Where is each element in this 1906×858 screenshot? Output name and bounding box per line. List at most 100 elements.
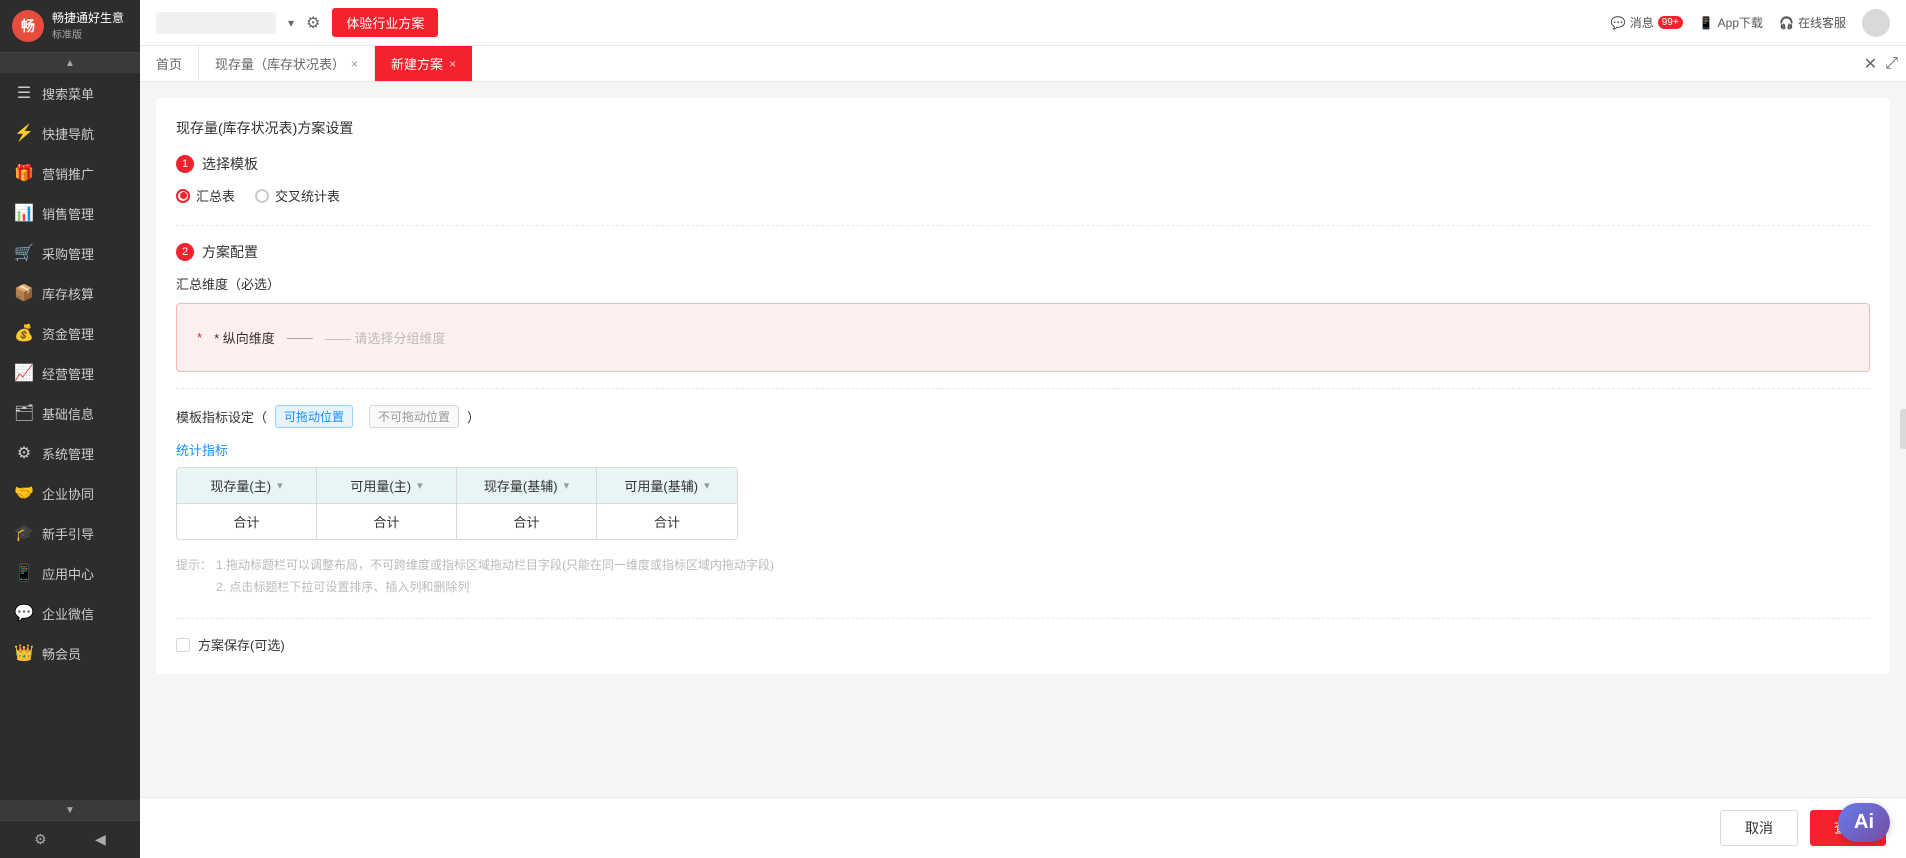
stats-title: 统计指标 bbox=[176, 440, 1870, 459]
section1-num: 1 bbox=[176, 155, 194, 173]
radio-cross[interactable]: 交叉统计表 bbox=[255, 186, 340, 205]
draggable-badge: 可拖动位置 bbox=[275, 405, 353, 428]
col-available-aux-label: 可用量(基辅) bbox=[624, 476, 698, 495]
section2-num: 2 bbox=[176, 243, 194, 261]
main-area: ▾ ⚙ 体验行业方案 💬 消息 99+ 📱 App下载 🎧 在线客服 首页 bbox=[140, 0, 1906, 858]
col-current-aux[interactable]: 现存量(基辅) ▾ bbox=[457, 468, 597, 503]
sidebar-footer: ⚙ ◀ bbox=[0, 820, 140, 858]
guide-icon: 🎓 bbox=[14, 523, 34, 543]
col-available-aux[interactable]: 可用量(基辅) ▾ bbox=[597, 468, 737, 503]
tab-new-scheme[interactable]: 新建方案 × bbox=[375, 46, 472, 81]
sidebar-item-finance[interactable]: 💰 资金管理 bbox=[0, 313, 140, 353]
basic-info-icon: 🗂 bbox=[14, 403, 34, 423]
service-icon: 🎧 bbox=[1779, 16, 1794, 30]
cell-col3: 合计 bbox=[597, 503, 737, 539]
tab-new-close-icon[interactable]: × bbox=[449, 57, 456, 71]
topbar-search-input[interactable] bbox=[156, 12, 276, 34]
tabs-expand-btn[interactable]: ⤢ bbox=[1885, 55, 1898, 73]
tab-home[interactable]: 首页 bbox=[140, 46, 199, 81]
sidebar-item-purchase[interactable]: 🛒 采购管理 bbox=[0, 233, 140, 273]
sidebar-item-basic-info[interactable]: 🗂 基础信息 bbox=[0, 393, 140, 433]
sidebar: 畅 畅捷通好生意 标准版 ▲ ☰ 搜索菜单 ⚡ 快捷导航 🎁 营销推广 📊 销售… bbox=[0, 0, 140, 858]
marketing-icon: 🎁 bbox=[14, 163, 34, 183]
indicator-prefix: 模板指标设定（ bbox=[176, 407, 267, 426]
right-edge-handle[interactable] bbox=[1900, 409, 1906, 449]
radio-summary-label: 汇总表 bbox=[196, 186, 235, 205]
messages-btn[interactable]: 💬 消息 99+ bbox=[1611, 14, 1683, 31]
online-service-btn[interactable]: 🎧 在线客服 bbox=[1779, 14, 1846, 31]
radio-summary[interactable]: 汇总表 bbox=[176, 186, 235, 205]
col-current-main[interactable]: 现存量(主) ▾ bbox=[177, 468, 317, 503]
sidebar-item-member[interactable]: 👑 畅会员 bbox=[0, 633, 140, 673]
wechat-icon: 💬 bbox=[14, 603, 34, 623]
tab-inventory-close[interactable]: × bbox=[351, 57, 358, 71]
col-current-aux-label: 现存量(基辅) bbox=[484, 476, 558, 495]
sidebar-item-marketing[interactable]: 🎁 营销推广 bbox=[0, 153, 140, 193]
stats-table-body: 合计 合计 合计 合计 bbox=[177, 503, 737, 539]
sidebar-item-label: 采购管理 bbox=[42, 244, 94, 263]
cancel-button[interactable]: 取消 bbox=[1720, 810, 1798, 846]
app-download-btn[interactable]: 📱 App下载 bbox=[1699, 14, 1763, 31]
user-avatar[interactable] bbox=[1862, 9, 1890, 37]
sidebar-item-enterprise[interactable]: 🤝 企业协同 bbox=[0, 473, 140, 513]
sidebar-item-wechat[interactable]: 💬 企业微信 bbox=[0, 593, 140, 633]
vertical-dimension-label: * 纵向维度 bbox=[214, 328, 275, 347]
section-config: 2 方案配置 汇总维度（必选） * * 纵向维度 —— —— 请选择分组维度 bbox=[176, 242, 1870, 598]
section2-label: 方案配置 bbox=[202, 242, 258, 262]
sales-icon: 📊 bbox=[14, 203, 34, 223]
collapse-footer-btn[interactable]: ◀ bbox=[95, 831, 106, 848]
sidebar-item-quick-nav[interactable]: ⚡ 快捷导航 bbox=[0, 113, 140, 153]
template-options: 汇总表 交叉统计表 bbox=[176, 186, 1870, 205]
ai-badge[interactable]: Ai bbox=[1838, 803, 1890, 842]
indicator-settings: 模板指标设定（ 可拖动位置 不可拖动位置 ） bbox=[176, 405, 1870, 428]
settings-footer-btn[interactable]: ⚙ bbox=[34, 831, 47, 848]
topbar-dropdown-btn[interactable]: ▾ bbox=[288, 16, 294, 30]
sidebar-item-label: 搜索菜单 bbox=[42, 84, 94, 103]
tips-item-0: 1.拖动标题栏可以调整布局，不可跨维度或指标区域拖动栏目字段(只能在同一维度或指… bbox=[216, 555, 774, 577]
sidebar-item-management[interactable]: 📈 经营管理 bbox=[0, 353, 140, 393]
col-available-main[interactable]: 可用量(主) ▾ bbox=[317, 468, 457, 503]
online-service-label: 在线客服 bbox=[1798, 14, 1846, 31]
stats-table: 现存量(主) ▾ 可用量(主) ▾ 现存量(基辅) ▾ bbox=[176, 467, 738, 540]
tips-row-0: 提示： 1.拖动标题栏可以调整布局，不可跨维度或指标区域拖动栏目字段(只能在同一… bbox=[176, 555, 1870, 577]
sidebar-item-label: 畅会员 bbox=[42, 644, 81, 663]
tab-inventory[interactable]: 现存量（库存状况表） × bbox=[199, 46, 375, 81]
settings-panel: 现存量(库存状况表)方案设置 1 选择模板 汇总表 交叉统计表 bbox=[156, 98, 1890, 674]
dash-separator: —— bbox=[287, 330, 313, 345]
sidebar-item-label: 基础信息 bbox=[42, 404, 94, 423]
sidebar-scroll-down[interactable]: ▼ bbox=[0, 800, 140, 820]
enterprise-icon: 🤝 bbox=[14, 483, 34, 503]
topbar-gear-icon[interactable]: ⚙ bbox=[306, 13, 320, 33]
col-current-main-label: 现存量(主) bbox=[210, 476, 271, 495]
save-checkbox[interactable] bbox=[176, 638, 190, 652]
topbar: ▾ ⚙ 体验行业方案 💬 消息 99+ 📱 App下载 🎧 在线客服 bbox=[140, 0, 1906, 46]
sidebar-scroll-up[interactable]: ▲ bbox=[0, 53, 140, 73]
col-current-aux-arrow: ▾ bbox=[564, 479, 570, 492]
logo-icon: 畅 bbox=[12, 10, 44, 42]
summary-dimension-title: 汇总维度（必选） bbox=[176, 274, 1870, 293]
tips-item-1: 2. 点击标题栏下拉可设置排序、插入列和删除列 bbox=[216, 577, 469, 599]
sidebar-item-label: 企业协同 bbox=[42, 484, 94, 503]
sidebar-item-system[interactable]: ⚙ 系统管理 bbox=[0, 433, 140, 473]
save-label: 方案保存(可选) bbox=[198, 635, 285, 654]
sidebar-item-sales[interactable]: 📊 销售管理 bbox=[0, 193, 140, 233]
sidebar-item-search[interactable]: ☰ 搜索菜单 bbox=[0, 73, 140, 113]
footer: 取消 查询 bbox=[140, 797, 1906, 858]
sidebar-item-label: 库存核算 bbox=[42, 284, 94, 303]
sidebar-item-app-center[interactable]: 📱 应用中心 bbox=[0, 553, 140, 593]
message-icon: 💬 bbox=[1611, 16, 1626, 30]
sidebar-item-label: 企业微信 bbox=[42, 604, 94, 623]
section1-header: 1 选择模板 bbox=[176, 154, 1870, 174]
col-available-main-label: 可用量(主) bbox=[350, 476, 411, 495]
trial-btn[interactable]: 体验行业方案 bbox=[332, 8, 438, 37]
tabs-bar: 首页 现存量（库存状况表） × 新建方案 × ✕ ⤢ bbox=[140, 46, 1906, 82]
sidebar-item-label: 经营管理 bbox=[42, 364, 94, 383]
quick-nav-icon: ⚡ bbox=[14, 123, 34, 143]
finance-icon: 💰 bbox=[14, 323, 34, 343]
tips-section: 提示： 1.拖动标题栏可以调整布局，不可跨维度或指标区域拖动栏目字段(只能在同一… bbox=[176, 555, 1870, 598]
sidebar-item-inventory[interactable]: 📦 库存核算 bbox=[0, 273, 140, 313]
sidebar-item-guide[interactable]: 🎓 新手引导 bbox=[0, 513, 140, 553]
logo-text: 畅捷通好生意 标准版 bbox=[52, 11, 124, 42]
tabs-close-btn[interactable]: ✕ bbox=[1864, 54, 1877, 74]
non-draggable-badge: 不可拖动位置 bbox=[369, 405, 459, 428]
